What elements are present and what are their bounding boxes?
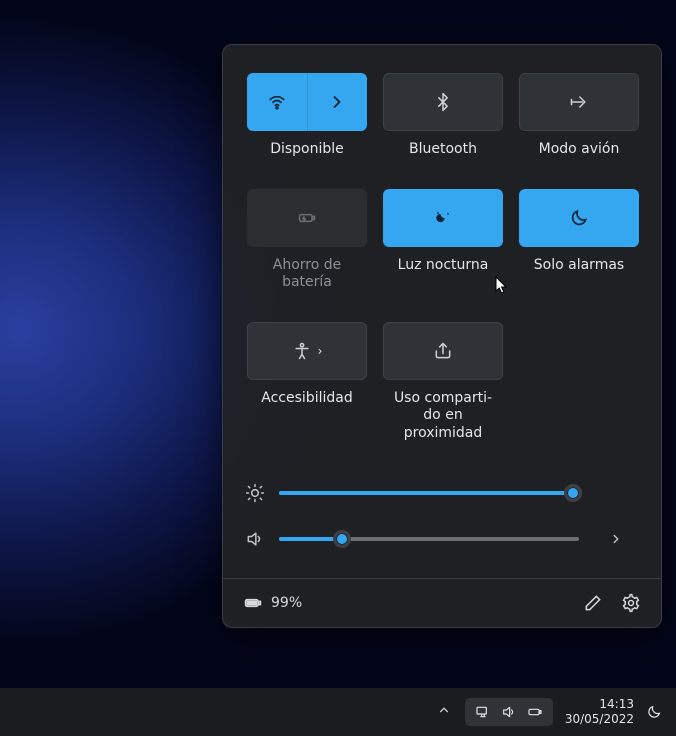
sliders-section <box>245 470 639 562</box>
taskbar-time: 14:13 <box>565 697 634 712</box>
wifi-tile <box>247 73 367 131</box>
notification-center-button[interactable] <box>646 704 662 720</box>
night-light-label: Luz nocturna <box>398 257 489 275</box>
wifi-expand[interactable] <box>307 73 368 131</box>
night-light-tile[interactable] <box>383 189 503 247</box>
battery-saver-tile <box>247 189 367 247</box>
bluetooth-label: Bluetooth <box>409 141 477 159</box>
tile-wrap-bluetooth: Bluetooth <box>383 73 503 181</box>
panel-footer: 99% <box>223 578 661 627</box>
accessibility-label: Accesibilidad <box>261 390 352 408</box>
volume-tray-icon <box>501 704 517 720</box>
battery-tray-icon <box>527 704 543 720</box>
taskbar: 14:13 30/05/2022 <box>0 688 676 736</box>
quick-settings-grid: Disponible Bluetooth Modo avión <box>247 73 637 464</box>
tile-wrap-alarms: Solo alarmas <box>519 189 639 314</box>
tile-wrap-battery-saver: Ahorro de batería <box>247 189 367 314</box>
tile-wrap-wifi: Disponible <box>247 73 367 181</box>
brightness-slider[interactable] <box>279 491 579 495</box>
nearby-share-tile[interactable] <box>383 322 503 380</box>
taskbar-date: 30/05/2022 <box>565 712 634 727</box>
share-icon <box>433 341 453 361</box>
battery-saver-icon <box>297 208 317 228</box>
moon-icon <box>569 208 589 228</box>
settings-button[interactable] <box>621 593 641 613</box>
volume-icon <box>245 529 265 549</box>
volume-expand[interactable] <box>603 532 629 546</box>
system-tray[interactable] <box>465 698 553 726</box>
chevron-right-icon <box>327 92 347 112</box>
tile-wrap-accessibility: › Accesibilidad <box>247 322 367 465</box>
taskbar-clock[interactable]: 14:13 30/05/2022 <box>565 697 634 727</box>
wifi-label: Disponible <box>270 141 344 159</box>
battery-text: 99% <box>271 595 302 611</box>
edit-button[interactable] <box>583 593 603 613</box>
chevron-right-icon: › <box>318 344 323 358</box>
accessibility-icon <box>292 341 312 361</box>
volume-slider[interactable] <box>279 537 579 541</box>
battery-status[interactable]: 99% <box>243 593 302 613</box>
battery-saver-label: Ahorro de batería <box>247 257 367 292</box>
tile-wrap-airplane: Modo avión <box>519 73 639 181</box>
nearby-share-label: Uso comparti- do en proximidad <box>383 390 503 443</box>
tray-overflow-button[interactable] <box>435 703 453 721</box>
brightness-icon <box>245 483 265 503</box>
network-icon <box>475 704 491 720</box>
wifi-toggle[interactable] <box>247 73 307 131</box>
tile-wrap-night-light: Luz nocturna <box>383 189 503 314</box>
bluetooth-icon <box>433 92 453 112</box>
airplane-tile[interactable] <box>519 73 639 131</box>
alarms-label: Solo alarmas <box>534 257 624 275</box>
accessibility-tile[interactable]: › <box>247 322 367 380</box>
alarms-tile[interactable] <box>519 189 639 247</box>
wifi-icon <box>267 92 287 112</box>
battery-icon <box>243 593 263 613</box>
night-light-icon <box>433 208 453 228</box>
bluetooth-tile[interactable] <box>383 73 503 131</box>
quick-settings-panel: Disponible Bluetooth Modo avión <box>222 44 662 628</box>
brightness-row <box>245 470 639 516</box>
volume-row <box>245 516 639 562</box>
tile-wrap-nearby-share: Uso comparti- do en proximidad <box>383 322 503 465</box>
footer-icons <box>583 593 641 613</box>
airplane-label: Modo avión <box>539 141 620 159</box>
airplane-icon <box>569 92 589 112</box>
